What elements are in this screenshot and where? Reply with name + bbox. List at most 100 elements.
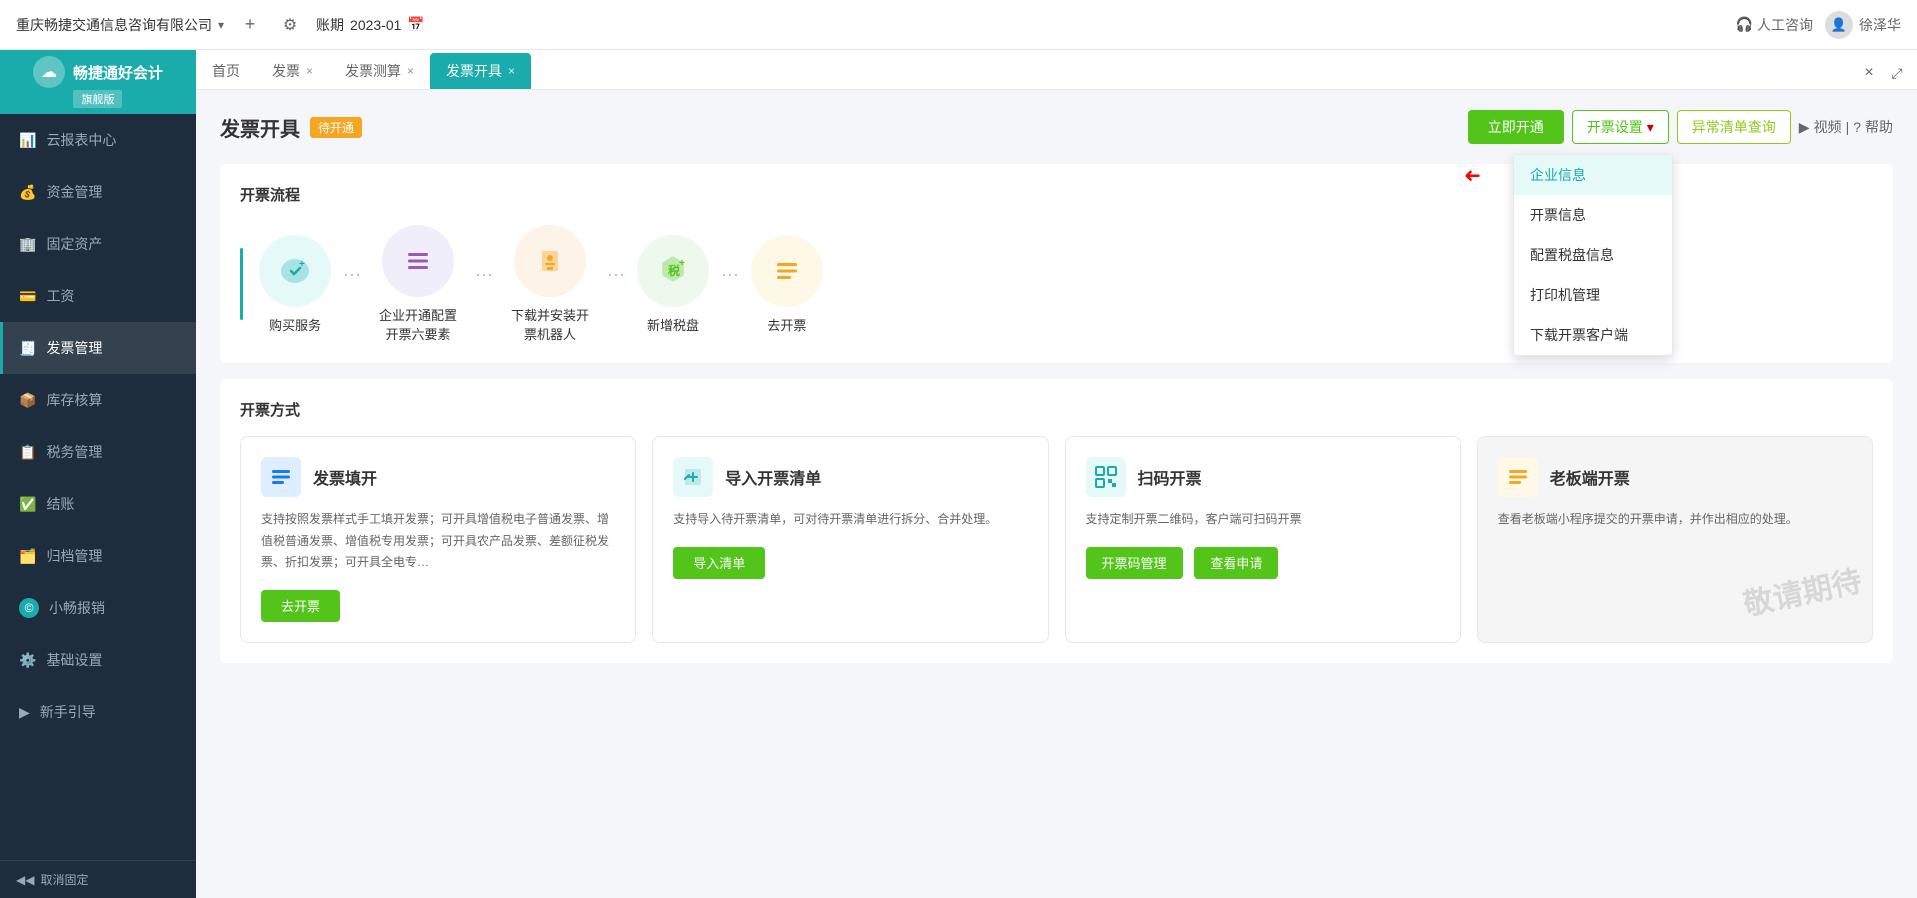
scan-btn1[interactable]: 开票码管理 [1086,547,1183,579]
step-label-0: 购买服务 [269,315,321,334]
chevron-settings-icon: ▾ [1647,119,1654,136]
gongzi-icon: 💳 [19,288,36,305]
yunbao-icon: 📊 [19,132,36,149]
step-arrow-3: ··· [721,264,739,305]
import-btn[interactable]: 导入清单 [673,547,765,579]
sidebar-item-guidang[interactable]: 🗂️ 归档管理 [0,530,196,582]
method-card-import: 导入开票清单 支持导入待开票清单，可对待开票清单进行拆分、合并处理。 导入清单 [652,436,1048,643]
dropdown-item-peizhi[interactable]: 配置税盘信息 [1514,235,1672,275]
settings-icon[interactable]: ⚙ [276,11,304,39]
page-title: 发票开具 [220,113,300,142]
support-area[interactable]: 🎧 人工咨询 [1736,15,1813,35]
scan-title: 扫码开票 [1138,465,1202,489]
scan-btn2[interactable]: 查看申请 [1194,547,1278,579]
step-item-2: 下载并安装开票机器人 [505,225,595,343]
methods-section-title: 开票方式 [240,399,1873,420]
play-icon[interactable]: ▶ [1799,119,1810,136]
svg-text:+: + [299,259,305,270]
sidebar-item-xiaochang[interactable]: © 小畅报销 [0,582,196,634]
status-badge: 待开通 [310,117,362,138]
step-icon-4 [751,235,823,307]
user-avatar: 👤 [1825,11,1853,39]
jiezhang-icon: ✅ [19,496,36,513]
step-icon-3: 税 + [637,235,709,307]
sidebar-item-xinshou[interactable]: ▶ 新手引导 [0,686,196,738]
method-cards: 发票填开 支持按照发票样式手工填开发票；可开具增值税电子普通发票、增值税普通发票… [240,436,1873,643]
step-label-1: 企业开通配置开票六要素 [373,305,463,343]
headset-icon: 🎧 [1736,16,1753,33]
pin-icon: ◀◀ [16,873,34,887]
calendar-icon[interactable]: 📅 [407,16,424,33]
page-content: 发票开具 待开通 立即开通 开票设置 ▾ 异常清单查询 ▶ 视频 | ? [196,90,1917,898]
fill-btn[interactable]: 去开票 [261,590,340,622]
activate-button[interactable]: 立即开通 [1468,110,1564,144]
tab-close-window[interactable]: × [1857,61,1881,85]
step-item-4: 去开票 [751,235,823,334]
scan-icon [1086,457,1126,497]
step-item-0: + 购买服务 [259,235,331,334]
logo-icon: ☁ [33,56,65,88]
step-label-3: 新增税盘 [647,315,699,334]
exception-button[interactable]: 异常清单查询 [1677,110,1791,144]
sidebar-item-fapiao[interactable]: 🧾 发票管理 [0,322,196,374]
sidebar-item-gudingzichan[interactable]: 🏢 固定资产 [0,218,196,270]
import-icon [673,457,713,497]
sidebar-logo: ☁ 畅捷通好会计 旗舰版 [0,50,196,114]
tab-close-kaihu[interactable]: × [508,64,515,78]
sidebar: ☁ 畅捷通好会计 旗舰版 📊 云报表中心 💰 资金管理 🏢 固定资产 💳 工资 … [0,50,196,898]
settings-button[interactable]: 开票设置 ▾ [1572,110,1669,144]
sidebar-item-shuiwu[interactable]: 📋 税务管理 [0,426,196,478]
tab-fapiaocesuan[interactable]: 发票测算 × [329,53,430,89]
guidang-icon: 🗂️ [19,548,36,565]
dropdown-item-dayingji[interactable]: 打印机管理 [1514,275,1672,315]
tab-close-fapiao[interactable]: × [306,64,313,78]
sidebar-item-zijin[interactable]: 💰 资金管理 [0,166,196,218]
sidebar-item-jichushezhi[interactable]: ⚙️ 基础设置 [0,634,196,686]
fill-desc: 支持按照发票样式手工填开发票；可开具增值税电子普通发票、增值税普通发票、增值税专… [261,509,615,574]
tab-home[interactable]: 首页 [196,53,256,89]
tab-close-cesuan[interactable]: × [407,64,414,78]
step-icon-1 [382,225,454,297]
sidebar-item-gongzi[interactable]: 💳 工资 [0,270,196,322]
dropdown-item-qiyexinxi[interactable]: 企业信息 [1514,155,1672,195]
dropdown-arrow-icon: ➜ [1464,163,1481,188]
fill-title: 发票填开 [313,465,377,489]
gudingzichan-icon: 🏢 [19,236,36,253]
methods-section: 开票方式 发票填开 [220,379,1893,663]
import-desc: 支持导入待开票清单，可对待开票清单进行拆分、合并处理。 [673,509,1027,531]
boss-desc: 查看老板端小程序提交的开票申请，并作出相应的处理。 [1498,509,1852,531]
sidebar-item-kucun[interactable]: 📦 库存核算 [0,374,196,426]
step-item-3: 税 + 新增税盘 [637,235,709,334]
step-label-2: 下载并安装开票机器人 [505,305,595,343]
import-title: 导入开票清单 [725,465,821,489]
boss-overlay: 敬请期待 [1739,556,1866,624]
boss-title: 老板端开票 [1550,465,1630,489]
sidebar-item-jiezhang[interactable]: ✅ 结账 [0,478,196,530]
scan-desc: 支持定制开票二维码，客户端可扫码开票 [1086,509,1440,531]
dropdown-item-kaipiaoxinxi[interactable]: 开票信息 [1514,195,1672,235]
kucun-icon: 📦 [19,392,36,409]
tab-fapiao[interactable]: 发票 × [256,53,329,89]
header-buttons: 立即开通 开票设置 ▾ 异常清单查询 ▶ 视频 | ? 帮助 [1468,110,1893,144]
dropdown-item-xiazai[interactable]: 下载开票客户端 [1514,315,1672,355]
shuiwu-icon: 📋 [19,444,36,461]
company-name: 重庆畅捷交通信息咨询有限公司 [16,15,212,35]
method-card-scan: 扫码开票 支持定制开票二维码，客户端可扫码开票 开票码管理 查看申请 [1065,436,1461,643]
help-icon: ? [1853,119,1861,135]
tab-maximize[interactable]: ⤢ [1885,61,1909,85]
sidebar-item-yunbao[interactable]: 📊 云报表中心 [0,114,196,166]
tab-fapiaokaihu[interactable]: 发票开具 × [430,53,531,89]
xinshou-icon: ▶ [19,704,30,721]
method-card-boss: 老板端开票 查看老板端小程序提交的开票申请，并作出相应的处理。 敬请期待 [1477,436,1873,643]
sidebar-bottom-action[interactable]: ◀◀ 取消固定 [0,860,196,898]
add-tab-icon[interactable]: + [236,11,264,39]
boss-icon [1498,457,1538,497]
user-area[interactable]: 👤 徐泽华 [1825,11,1901,39]
zijin-icon: 💰 [19,184,36,201]
step-accent-bar [240,248,243,320]
logo-text: 畅捷通好会计 [73,62,163,83]
step-arrow-1: ··· [475,264,493,305]
company-selector[interactable]: 重庆畅捷交通信息咨询有限公司 ▾ [16,15,224,35]
tab-bar: 首页 发票 × 发票测算 × 发票开具 × × ⤢ [196,50,1917,90]
settings-dropdown: ➜ 企业信息 开票信息 配置税盘信息 打印机管理 [1513,154,1673,356]
